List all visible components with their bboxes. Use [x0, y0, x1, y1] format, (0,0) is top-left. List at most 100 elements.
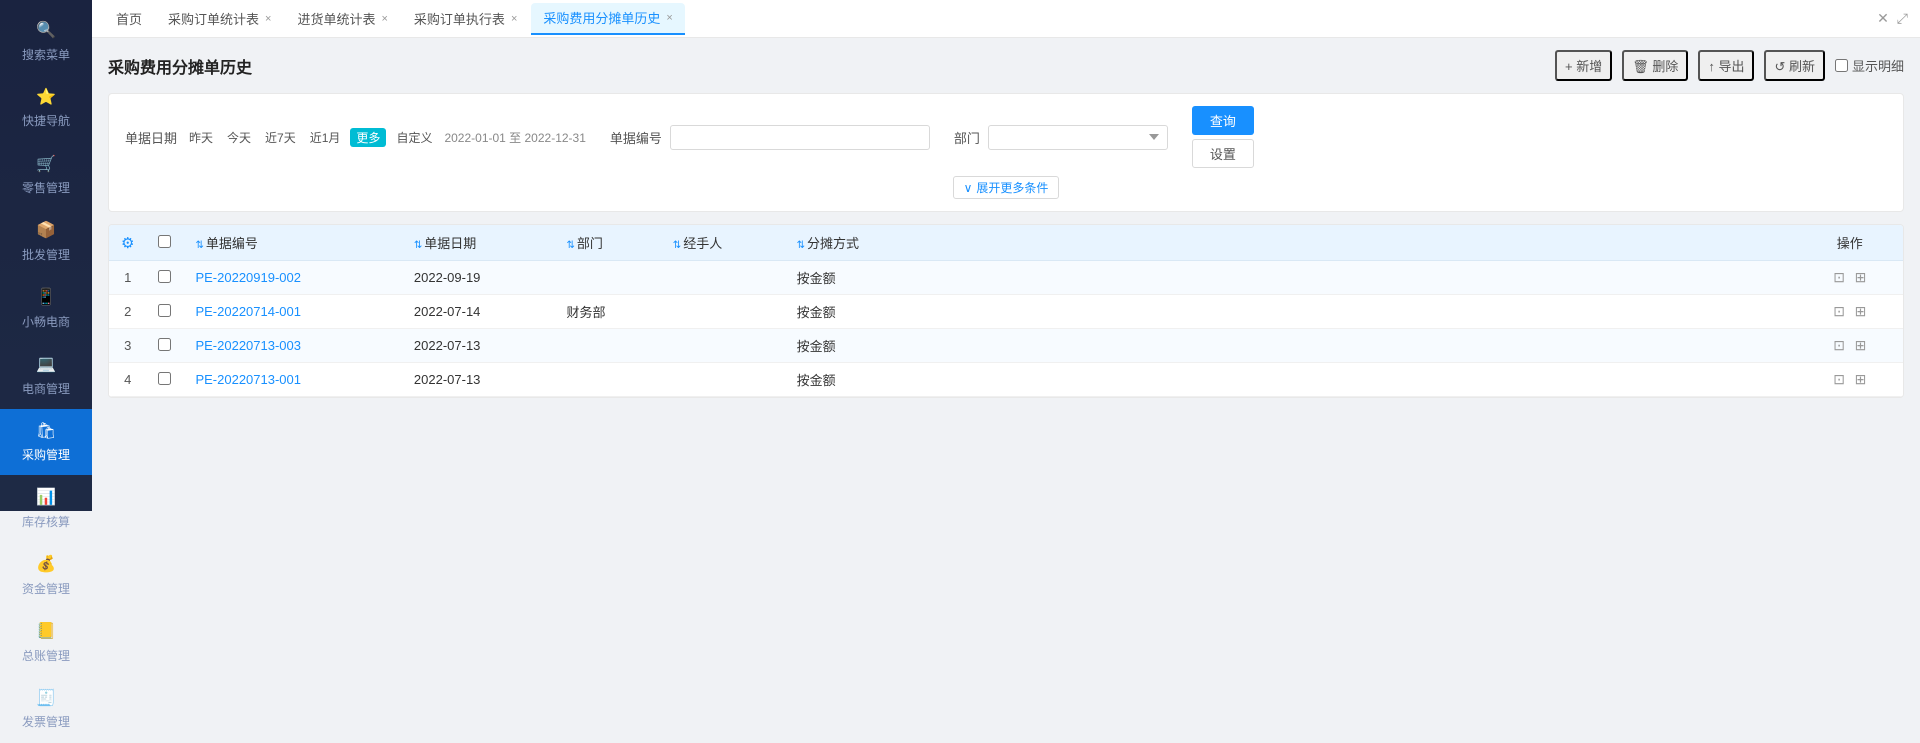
- sidebar-item-wholesale[interactable]: 📦批发管理: [0, 208, 92, 275]
- detail-icon-0[interactable]: ⊞: [1855, 269, 1867, 285]
- expand-label: 展开更多条件: [976, 179, 1048, 196]
- doc-num-input[interactable]: [670, 125, 930, 150]
- row-handler-3: [661, 363, 785, 397]
- dept-col-header[interactable]: ⇅部门: [555, 225, 661, 261]
- handler-sort-icon: ⇅: [673, 240, 681, 251]
- settings-button[interactable]: 设置: [1192, 139, 1254, 168]
- doc-num-label: 单据编号: [610, 128, 662, 147]
- last7days-btn[interactable]: 近7天: [261, 128, 300, 147]
- shortcut-icon: ⭐: [0, 85, 92, 111]
- row-split-method-1: 按金额: [785, 295, 1797, 329]
- table-row: 1 PE-20220919-002 2022-09-19 按金额 ⊡ ⊞: [109, 261, 1903, 295]
- row-checkbox-1: [146, 295, 183, 329]
- tab-purchase-receipt-stats[interactable]: 进货单统计表 ×: [285, 3, 399, 35]
- detail-icon-1[interactable]: ⊞: [1855, 303, 1867, 319]
- row-doc-num-3: PE-20220713-001: [183, 363, 401, 397]
- tab-label-home: 首页: [116, 9, 142, 28]
- table-row: 4 PE-20220713-001 2022-07-13 按金额 ⊡ ⊞: [109, 363, 1903, 397]
- row-check-input-3[interactable]: [158, 372, 171, 385]
- sidebar-item-search[interactable]: 🔍搜索菜单: [0, 8, 92, 75]
- row-doc-num-0: PE-20220919-002: [183, 261, 401, 295]
- doc-num-link-2[interactable]: PE-20220713-003: [195, 338, 301, 353]
- edit-icon-2[interactable]: ⊡: [1833, 337, 1845, 353]
- tab-purchase-order-stats[interactable]: 采购订单统计表 ×: [156, 3, 283, 35]
- tab-home[interactable]: 首页: [104, 3, 154, 35]
- row-check-input-1[interactable]: [158, 304, 171, 317]
- tab-purchase-cost-history[interactable]: 采购费用分摊单历史 ×: [531, 3, 684, 35]
- edit-icon-0[interactable]: ⊡: [1833, 269, 1845, 285]
- custom-btn[interactable]: 自定义: [392, 128, 436, 147]
- sidebar-item-ecommerce[interactable]: 💻电商管理: [0, 342, 92, 409]
- sidebar-item-purchase[interactable]: 🛍采购管理: [0, 409, 92, 476]
- row-handler-0: [661, 261, 785, 295]
- doc-num-link-1[interactable]: PE-20220714-001: [195, 304, 301, 319]
- doc-num-sort-icon: ⇅: [195, 240, 203, 251]
- sidebar: 🔍搜索菜单⭐快捷导航🛒零售管理📦批发管理📱小畅电商💻电商管理🛍采购管理📊库存核算…: [0, 0, 92, 511]
- sidebar-item-retail[interactable]: 🛒零售管理: [0, 142, 92, 209]
- last1month-btn[interactable]: 近1月: [306, 128, 345, 147]
- row-dept-0: [555, 261, 661, 295]
- date-range-display: 2022-01-01 至 2022-12-31: [444, 129, 585, 146]
- row-doc-date-3: 2022-07-13: [402, 363, 555, 397]
- finance-icon: 💰: [0, 552, 92, 578]
- split-method-sort-icon: ⇅: [797, 240, 805, 251]
- doc-date-col-header[interactable]: ⇅单据日期: [402, 225, 555, 261]
- edit-icon-1[interactable]: ⊡: [1833, 303, 1845, 319]
- yesterday-btn[interactable]: 昨天: [185, 128, 217, 147]
- sidebar-label-purchase: 采购管理: [22, 448, 70, 462]
- doc-num-link-3[interactable]: PE-20220713-001: [195, 372, 301, 387]
- search-icon: 🔍: [0, 18, 92, 44]
- tab-close-purchase-order-stats[interactable]: ×: [265, 13, 271, 25]
- export-button[interactable]: ↑ 导出: [1698, 50, 1754, 81]
- sidebar-item-ledger[interactable]: 📒总账管理: [0, 609, 92, 676]
- row-check-input-2[interactable]: [158, 338, 171, 351]
- sidebar-label-mobile: 小畅电商: [22, 315, 70, 329]
- data-table: ⚙ ⇅单据编号 ⇅单据日期 ⇅部门: [109, 225, 1903, 397]
- handler-col-header[interactable]: ⇅经手人: [661, 225, 785, 261]
- dept-select[interactable]: 财务部: [988, 125, 1168, 150]
- table-config-icon[interactable]: ⚙: [121, 235, 134, 252]
- show-cols-input[interactable]: [1835, 59, 1848, 72]
- maximize-window-icon[interactable]: ⤢: [1897, 10, 1908, 27]
- sidebar-item-shortcut[interactable]: ⭐快捷导航: [0, 75, 92, 142]
- expand-more-button[interactable]: ∨ 展开更多条件: [953, 176, 1060, 199]
- detail-icon-2[interactable]: ⊞: [1855, 337, 1867, 353]
- show-cols-checkbox[interactable]: 显示明细: [1835, 56, 1904, 75]
- config-col-header: ⚙: [109, 225, 146, 261]
- query-button[interactable]: 查询: [1192, 106, 1254, 135]
- tab-label-purchase-cost-history: 采购费用分摊单历史: [543, 8, 660, 27]
- split-method-col-header[interactable]: ⇅分摊方式: [785, 225, 1797, 261]
- tab-bar: 首页采购订单统计表×进货单统计表×采购订单执行表×采购费用分摊单历史× ✕ ⤢: [92, 0, 1920, 38]
- tab-purchase-order-exec[interactable]: 采购订单执行表×: [402, 3, 529, 35]
- sidebar-item-finance[interactable]: 💰资金管理: [0, 542, 92, 609]
- doc-num-col-header[interactable]: ⇅单据编号: [183, 225, 401, 261]
- tab-label-purchase-order-stats: 采购订单统计表: [168, 9, 259, 28]
- tab-close-purchase-cost-history[interactable]: ×: [666, 12, 672, 24]
- add-button[interactable]: + 新增: [1555, 50, 1612, 81]
- sidebar-item-invoice[interactable]: 🧾发票管理: [0, 676, 92, 743]
- refresh-button[interactable]: ↺ 刷新: [1764, 50, 1825, 81]
- sidebar-item-inventory[interactable]: 📊库存核算: [0, 475, 92, 542]
- tab-close-purchase-order-exec[interactable]: ×: [511, 13, 517, 25]
- row-doc-date-0: 2022-09-19: [402, 261, 555, 295]
- row-check-input-0[interactable]: [158, 270, 171, 283]
- detail-icon-3[interactable]: ⊞: [1855, 371, 1867, 387]
- row-op-3: ⊡ ⊞: [1797, 363, 1903, 397]
- dept-field: 部门 财务部: [954, 125, 1168, 150]
- edit-icon-3[interactable]: ⊡: [1833, 371, 1845, 387]
- sidebar-item-mobile[interactable]: 📱小畅电商: [0, 275, 92, 342]
- close-window-icon[interactable]: ✕: [1877, 10, 1889, 27]
- op-col-header: 操作: [1797, 225, 1903, 261]
- doc-num-link-0[interactable]: PE-20220919-002: [195, 270, 301, 285]
- tab-label-purchase-receipt-stats: 进货单统计表: [297, 9, 375, 28]
- page-header: 采购费用分摊单历史 + 新增 🗑 删除 ↑ 导出 ↺ 刷新 显示明细: [108, 50, 1904, 81]
- row-num-1: 2: [109, 295, 146, 329]
- row-dept-3: [555, 363, 661, 397]
- row-checkbox-3: [146, 363, 183, 397]
- table-header-row: ⚙ ⇅单据编号 ⇅单据日期 ⇅部门: [109, 225, 1903, 261]
- delete-button[interactable]: 🗑 删除: [1622, 50, 1688, 81]
- today-btn[interactable]: 今天: [223, 128, 255, 147]
- select-all-checkbox[interactable]: [158, 235, 171, 248]
- tab-close-purchase-receipt-stats[interactable]: ×: [381, 13, 387, 25]
- more-btn[interactable]: 更多: [350, 128, 386, 147]
